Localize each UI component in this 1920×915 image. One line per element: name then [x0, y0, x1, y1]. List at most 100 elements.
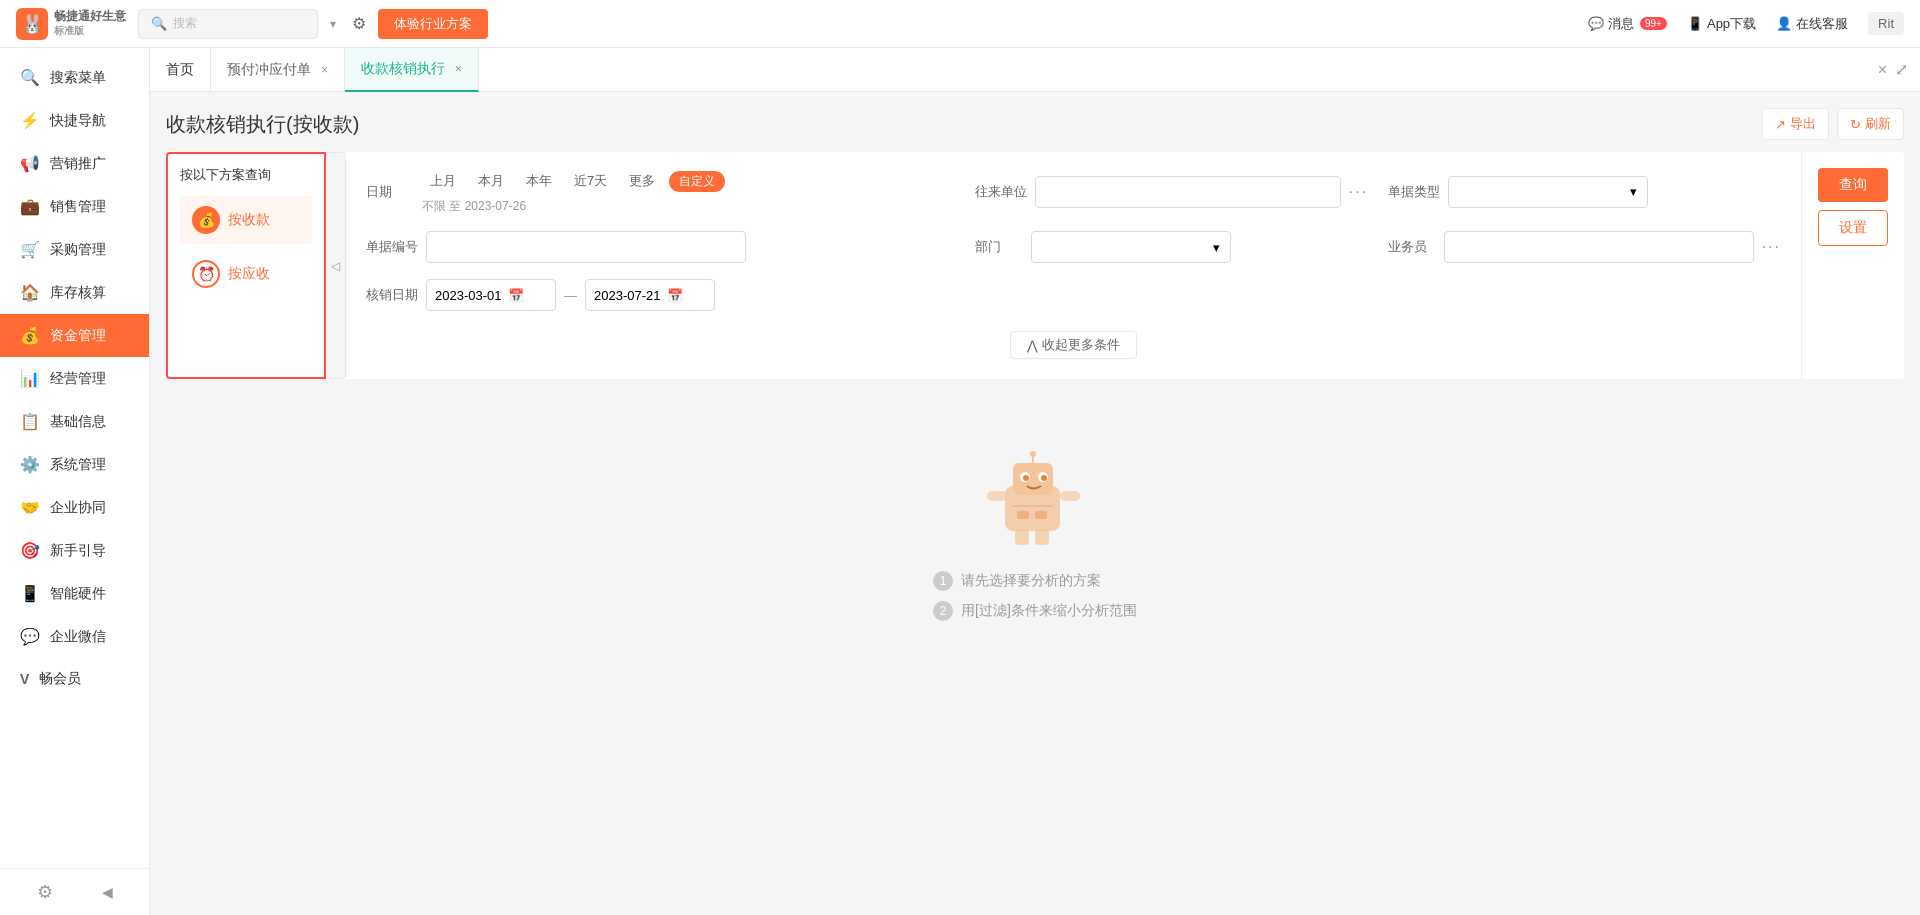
- sidebar-label-marketing: 营销推广: [50, 155, 106, 173]
- sidebar-label-basic: 基础信息: [50, 413, 106, 431]
- writeoff-date-field: 核销日期 2023-03-01 📅 — 2023-07-21 📅: [366, 279, 1781, 311]
- sidebar-item-management[interactable]: 📊 经营管理: [0, 357, 149, 400]
- doc-no-input[interactable]: [426, 231, 746, 263]
- date-btn-more[interactable]: 更多: [621, 168, 663, 194]
- sidebar-item-wechat[interactable]: 💬 企业微信: [0, 615, 149, 658]
- svg-point-7: [1030, 451, 1036, 457]
- gear-icon[interactable]: ⚙: [352, 14, 366, 33]
- date-custom-badge[interactable]: 自定义: [669, 171, 725, 192]
- sidebar-item-basic[interactable]: 📋 基础信息: [0, 400, 149, 443]
- chevron-down-icon[interactable]: ▾: [330, 17, 336, 31]
- doc-type-chevron-icon: ▾: [1630, 184, 1637, 199]
- filter-option-by-receivable[interactable]: ⏰ 按应收: [180, 250, 312, 298]
- guide-icon: 🎯: [20, 541, 40, 560]
- date-btn-last-month[interactable]: 上月: [422, 168, 464, 194]
- counterparty-more-icon[interactable]: ···: [1349, 183, 1368, 201]
- sidebar-label-management: 经营管理: [50, 370, 106, 388]
- sidebar-label-collab: 企业协同: [50, 499, 106, 517]
- online-service-item[interactable]: 👤 在线客服: [1776, 15, 1848, 33]
- wechat-icon: 💬: [20, 627, 40, 646]
- sidebar-item-purchase[interactable]: 🛒 采购管理: [0, 228, 149, 271]
- filter-option-by-receipt[interactable]: 💰 按收款: [180, 196, 312, 244]
- export-button[interactable]: ↗ 导出: [1762, 108, 1829, 140]
- sidebar-item-finance[interactable]: 💰 资金管理: [0, 314, 149, 357]
- dept-chevron-icon: ▾: [1213, 240, 1220, 255]
- page-title: 收款核销执行(按收款): [166, 111, 359, 138]
- calendar-start-icon: 📅: [508, 288, 524, 303]
- date-btn-this-year[interactable]: 本年: [518, 168, 560, 194]
- query-button[interactable]: 查询: [1818, 168, 1888, 202]
- svg-rect-9: [1060, 491, 1080, 501]
- sidebar-item-collab[interactable]: 🤝 企业协同: [0, 486, 149, 529]
- tab-prepay-label: 预付冲应付单: [227, 61, 311, 79]
- export-icon: ↗: [1775, 117, 1786, 132]
- filter-row-3: 核销日期 2023-03-01 📅 — 2023-07-21 📅: [366, 279, 1781, 311]
- collapse-up-icon: ⋀: [1027, 338, 1038, 353]
- date-btn-this-month[interactable]: 本月: [470, 168, 512, 194]
- solution-button[interactable]: 体验行业方案: [378, 9, 488, 39]
- tab-prepay-close[interactable]: ×: [321, 63, 328, 77]
- sidebar-item-quick[interactable]: ⚡ 快捷导航: [0, 99, 149, 142]
- app-download-item[interactable]: 📱 App下载: [1687, 15, 1756, 33]
- doc-type-field: 单据类型 ▾: [1388, 176, 1781, 208]
- main-layout: 🔍 搜索菜单 ⚡ 快捷导航 📢 营销推广 💼 销售管理 🛒 采购管理 🏠 库存核…: [0, 48, 1920, 915]
- messages-label: 消息: [1608, 15, 1634, 33]
- setting-button[interactable]: 设置: [1818, 210, 1888, 246]
- tab-home[interactable]: 首页: [150, 48, 211, 92]
- sidebar-item-search[interactable]: 🔍 搜索菜单: [0, 56, 149, 99]
- doc-type-select[interactable]: ▾: [1448, 176, 1648, 208]
- sidebar-item-member[interactable]: V 畅会员: [0, 658, 149, 700]
- purchase-icon: 🛒: [20, 240, 40, 259]
- collapse-more-button[interactable]: ⋀ 收起更多条件: [1010, 331, 1137, 359]
- writeoff-end-text: 2023-07-21: [594, 288, 661, 303]
- receipt-option-label: 按收款: [228, 211, 270, 229]
- filter-collapse-toggle[interactable]: ◁: [326, 152, 346, 379]
- sidebar-item-marketing[interactable]: 📢 营销推广: [0, 142, 149, 185]
- search-bar[interactable]: 🔍 搜索: [138, 9, 318, 39]
- logo-icon: 🐰: [16, 8, 48, 40]
- svg-rect-14: [1035, 511, 1047, 519]
- staff-field: 业务员 ···: [1388, 231, 1781, 263]
- download-icon: 📱: [1687, 16, 1703, 31]
- staff-input[interactable]: [1444, 231, 1754, 263]
- collapse-sidebar-icon[interactable]: ◀: [102, 884, 113, 900]
- counterparty-input[interactable]: [1035, 176, 1341, 208]
- sidebar-item-sales[interactable]: 💼 销售管理: [0, 185, 149, 228]
- tab-writeoff[interactable]: 收款核销执行 ×: [345, 48, 479, 92]
- search-icon: 🔍: [151, 16, 167, 31]
- writeoff-start-date[interactable]: 2023-03-01 📅: [426, 279, 556, 311]
- tip-text-2: 用[过滤]条件来缩小分析范围: [961, 602, 1137, 620]
- doc-type-label: 单据类型: [1388, 183, 1440, 201]
- topbar: 🐰 畅捷通好生意 标准版 🔍 搜索 ▾ ⚙ 体验行业方案 💬 消息 99+ 📱 …: [0, 0, 1920, 48]
- svg-rect-8: [987, 491, 1007, 501]
- dept-select[interactable]: ▾: [1031, 231, 1231, 263]
- marketing-icon: 📢: [20, 154, 40, 173]
- inventory-icon: 🏠: [20, 283, 40, 302]
- date-btn-7days[interactable]: 近7天: [566, 168, 615, 194]
- user-avatar[interactable]: Rit: [1868, 12, 1904, 35]
- date-field: 日期 上月 本月 本年 近7天 更多 自定义 不限 至: [366, 168, 955, 215]
- management-icon: 📊: [20, 369, 40, 388]
- tabbar: 首页 预付冲应付单 × 收款核销执行 × × ⤢: [150, 48, 1920, 92]
- tip-num-1: 1: [933, 571, 953, 591]
- empty-tip-1: 1 请先选择要分析的方案: [933, 571, 1137, 591]
- staff-more-icon[interactable]: ···: [1762, 238, 1781, 256]
- sidebar-item-hardware[interactable]: 📱 智能硬件: [0, 572, 149, 615]
- close-all-icon[interactable]: ×: [1878, 61, 1887, 79]
- doc-no-field: 单据编号: [366, 231, 955, 263]
- expand-icon[interactable]: ⤢: [1895, 60, 1908, 79]
- counterparty-field: 往来单位 ···: [975, 176, 1368, 208]
- sidebar-item-inventory[interactable]: 🏠 库存核算: [0, 271, 149, 314]
- system-icon: ⚙️: [20, 455, 40, 474]
- refresh-button[interactable]: ↻ 刷新: [1837, 108, 1904, 140]
- service-icon: 👤: [1776, 16, 1792, 31]
- staff-label: 业务员: [1388, 238, 1436, 256]
- settings-bottom-icon[interactable]: ⚙: [37, 881, 53, 903]
- writeoff-end-date[interactable]: 2023-07-21 📅: [585, 279, 715, 311]
- tab-writeoff-close[interactable]: ×: [455, 62, 462, 76]
- messages-item[interactable]: 💬 消息 99+: [1588, 15, 1667, 33]
- sidebar-item-guide[interactable]: 🎯 新手引导: [0, 529, 149, 572]
- date-shortcuts: 上月 本月 本年 近7天 更多 自定义: [422, 168, 725, 194]
- sidebar-item-system[interactable]: ⚙️ 系统管理: [0, 443, 149, 486]
- tab-prepay[interactable]: 预付冲应付单 ×: [211, 48, 345, 92]
